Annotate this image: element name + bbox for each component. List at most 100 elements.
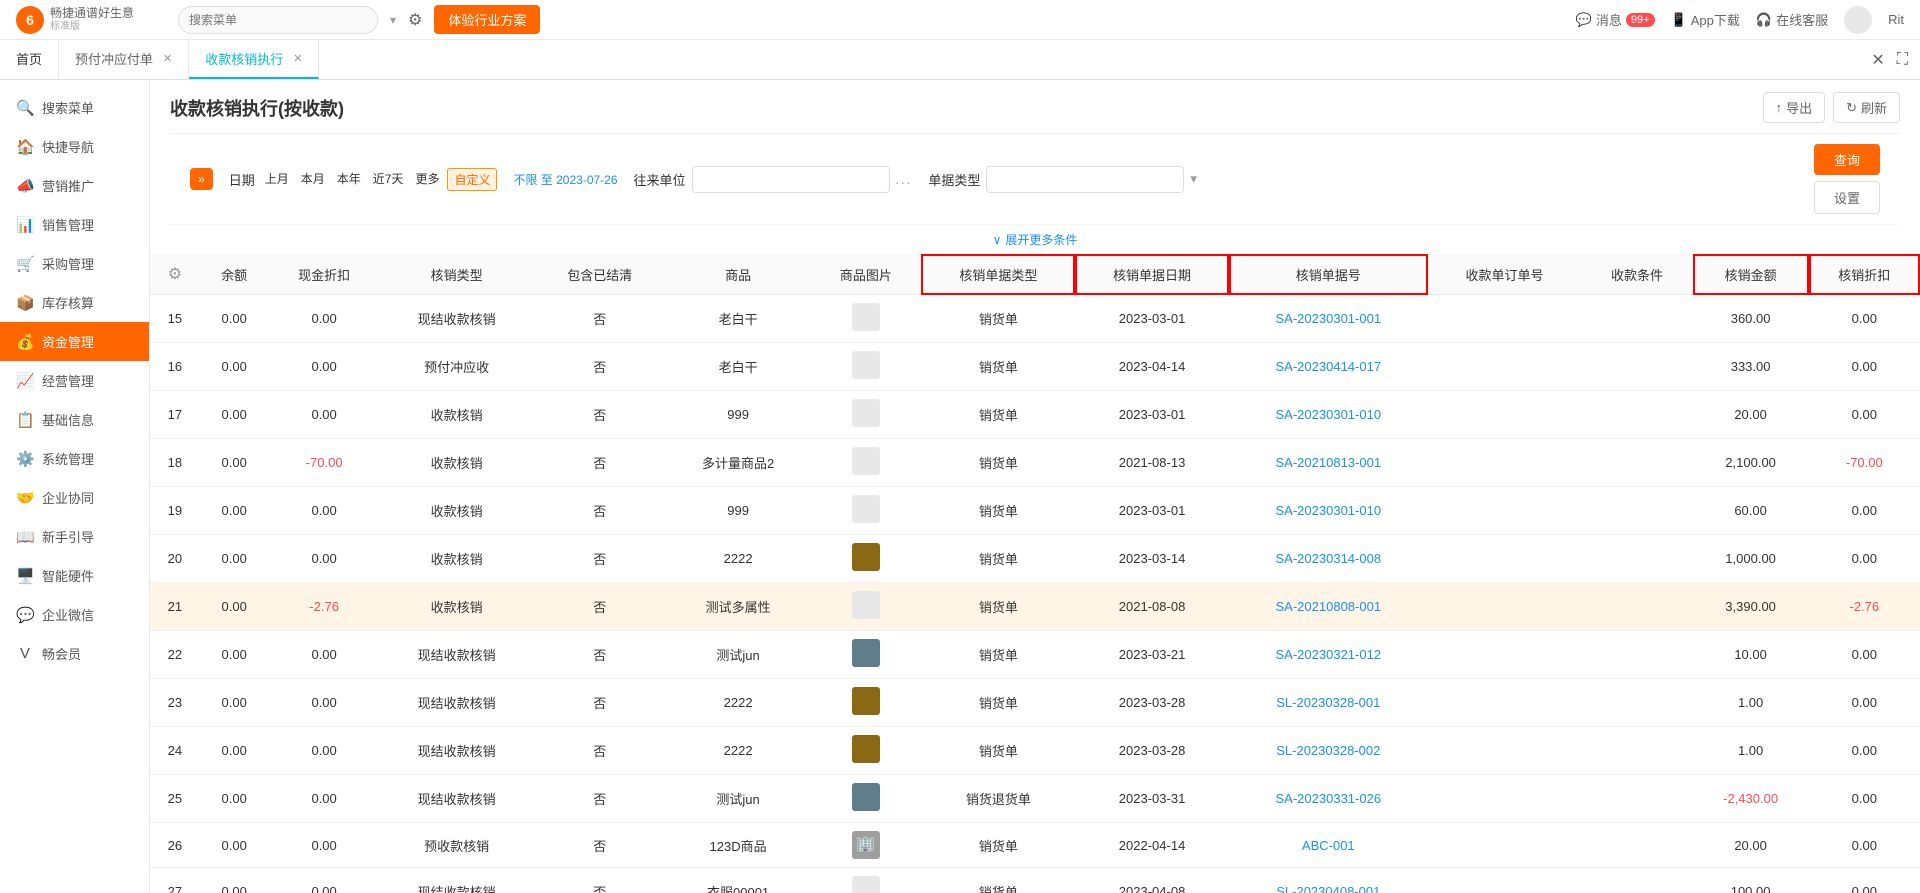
row-voucher-type: 销货单 <box>921 487 1075 535</box>
voucher-type-label: 单据类型 <box>928 170 980 189</box>
col-voucher-no: 核销单据号 <box>1229 254 1428 295</box>
row-voucher-no[interactable]: SA-20230301-010 <box>1229 487 1428 535</box>
industry-btn[interactable]: 体验行业方案 <box>434 5 540 34</box>
search-input[interactable] <box>178 6 378 34</box>
tab-expand-icon[interactable]: ⛶ <box>1897 51 1908 69</box>
row-product: 多计量商品2 <box>666 439 810 487</box>
row-voucher-type: 销货单 <box>921 868 1075 893</box>
sidebar-item-system[interactable]: ⚙️ 系统管理 <box>0 439 149 478</box>
row-voucher-no[interactable]: SA-20230301-010 <box>1229 391 1428 439</box>
sidebar-item-finance[interactable]: 💰 资金管理 <box>0 322 149 361</box>
row-settled: 否 <box>533 727 665 775</box>
row-cash-discount: 0.00 <box>269 868 380 893</box>
row-settled: 否 <box>533 343 665 391</box>
row-balance: 0.00 <box>200 343 269 391</box>
row-voucher-no[interactable]: SA-20230321-012 <box>1229 631 1428 679</box>
row-order-no <box>1428 679 1582 727</box>
sidebar-item-operation[interactable]: 📈 经营管理 <box>0 361 149 400</box>
row-balance: 0.00 <box>200 487 269 535</box>
close-prepay-tab-icon[interactable]: ✕ <box>163 52 172 65</box>
tab-prepay[interactable]: 预付冲应付单 ✕ <box>59 40 189 79</box>
table-row: 260.000.00预收款核销否123D商品🏢销货单2022-04-14ABC-… <box>150 823 1920 868</box>
row-voucher-type: 销货单 <box>921 343 1075 391</box>
row-voucher-no[interactable]: SA-20230331-026 <box>1229 775 1428 823</box>
row-product-img <box>810 868 921 893</box>
app-download-item[interactable]: 📱 App下载 <box>1671 10 1740 29</box>
tab-close-icon[interactable]: ✕ <box>1871 50 1884 70</box>
sidebar-item-marketing[interactable]: 📣 营销推广 <box>0 166 149 205</box>
from-unit-label: 往来单位 <box>634 170 686 189</box>
refresh-button[interactable]: ↻ 刷新 <box>1833 92 1900 123</box>
row-voucher-no[interactable]: SA-20230301-001 <box>1229 295 1428 343</box>
export-button[interactable]: ↑ 导出 <box>1763 92 1826 123</box>
sidebar-item-purchase[interactable]: 🛒 采购管理 <box>0 244 149 283</box>
this-year-btn[interactable]: 本年 <box>333 168 365 191</box>
sidebar-item-sales[interactable]: 📊 销售管理 <box>0 205 149 244</box>
row-product-img <box>810 295 921 343</box>
basic-icon: 📋 <box>16 411 34 429</box>
row-voucher-no[interactable]: SA-20230414-017 <box>1229 343 1428 391</box>
row-order-no <box>1428 775 1582 823</box>
sidebar-item-quicknav[interactable]: 🏠 快捷导航 <box>0 127 149 166</box>
filter-dots: ... <box>896 172 913 187</box>
last-month-btn[interactable]: 上月 <box>261 168 293 191</box>
row-product: 老白干 <box>666 295 810 343</box>
settings-button[interactable]: 设置 <box>1814 181 1880 214</box>
sidebar-item-basic[interactable]: 📋 基础信息 <box>0 400 149 439</box>
row-voucher-no[interactable]: SL-20230408-001 <box>1229 868 1428 893</box>
sidebar-item-hardware[interactable]: 🖥️ 智能硬件 <box>0 556 149 595</box>
row-payment-cond <box>1581 679 1692 727</box>
from-unit-input[interactable] <box>692 166 890 193</box>
row-voucher-no[interactable]: SA-20230314-008 <box>1229 535 1428 583</box>
voucher-type-dropdown-icon[interactable]: ▾ <box>1190 171 1197 187</box>
col-cash-discount: 现金折扣 <box>269 254 380 295</box>
row-order-no <box>1428 727 1582 775</box>
row-balance: 0.00 <box>200 631 269 679</box>
sidebar-item-member[interactable]: V 畅会员 <box>0 634 149 673</box>
page-title: 收款核销执行(按收款) <box>170 95 344 121</box>
row-product-img <box>810 343 921 391</box>
row-product: 999 <box>666 391 810 439</box>
last-7days-btn[interactable]: 近7天 <box>369 168 408 191</box>
row-type: 现结收款核销 <box>380 295 534 343</box>
data-table-container[interactable]: ⚙ 余额 现金折扣 核销类型 包含已结清 商品 商品图片 核销单据类型 核销单据… <box>150 254 1920 893</box>
row-settled: 否 <box>533 439 665 487</box>
row-voucher-type: 销货单 <box>921 679 1075 727</box>
row-settled: 否 <box>533 391 665 439</box>
close-collection-tab-icon[interactable]: ✕ <box>293 52 302 65</box>
sidebar-item-enterprise[interactable]: 🤝 企业协同 <box>0 478 149 517</box>
row-voucher-no[interactable]: ABC-001 <box>1229 823 1428 868</box>
tab-home[interactable]: 首页 <box>0 40 59 79</box>
voucher-type-select[interactable] <box>986 166 1184 193</box>
row-voucher-no[interactable]: SA-20210808-001 <box>1229 583 1428 631</box>
row-voucher-date: 2023-03-01 <box>1075 391 1229 439</box>
row-product: 测试多属性 <box>666 583 810 631</box>
sidebar-item-search[interactable]: 🔍 搜索菜单 <box>0 88 149 127</box>
table-body: 150.000.00现结收款核销否老白干销货单2023-03-01SA-2023… <box>150 295 1920 893</box>
row-voucher-no[interactable]: SL-20230328-002 <box>1229 727 1428 775</box>
row-voucher-no[interactable]: SL-20230328-001 <box>1229 679 1428 727</box>
header-actions: ↑ 导出 ↻ 刷新 <box>1763 92 1900 123</box>
dropdown-arrow-icon[interactable]: ▾ <box>390 13 396 27</box>
custom-date-btn[interactable]: 自定义 <box>447 168 497 191</box>
row-discount: 0.00 <box>1809 679 1920 727</box>
table-row: 250.000.00现结收款核销否测试jun销货退货单2023-03-31SA-… <box>150 775 1920 823</box>
this-month-btn[interactable]: 本月 <box>297 168 329 191</box>
online-service-item[interactable]: 🎧 在线客服 <box>1756 10 1828 29</box>
sidebar-item-guide[interactable]: 📖 新手引导 <box>0 517 149 556</box>
gear-icon[interactable]: ⚙ <box>408 10 422 30</box>
sidebar-item-inventory[interactable]: 📦 库存核算 <box>0 283 149 322</box>
row-voucher-type: 销货退货单 <box>921 775 1075 823</box>
column-settings-icon[interactable]: ⚙ <box>168 264 182 284</box>
sidebar-item-wechat[interactable]: 💬 企业微信 <box>0 595 149 634</box>
tab-collection[interactable]: 收款核销执行 ✕ <box>189 40 319 79</box>
expand-filter-button[interactable]: » <box>190 168 213 190</box>
more-dates-btn[interactable]: 更多 <box>411 168 443 191</box>
row-voucher-no[interactable]: SA-20210813-001 <box>1229 439 1428 487</box>
notification-item[interactable]: 💬 消息 99+ <box>1576 10 1655 29</box>
user-avatar[interactable] <box>1844 6 1872 34</box>
query-button[interactable]: 查询 <box>1814 144 1880 175</box>
col-settings[interactable]: ⚙ <box>150 254 200 295</box>
hardware-icon: 🖥️ <box>16 567 34 585</box>
expand-more-button[interactable]: ∨ 展开更多条件 <box>993 231 1078 248</box>
